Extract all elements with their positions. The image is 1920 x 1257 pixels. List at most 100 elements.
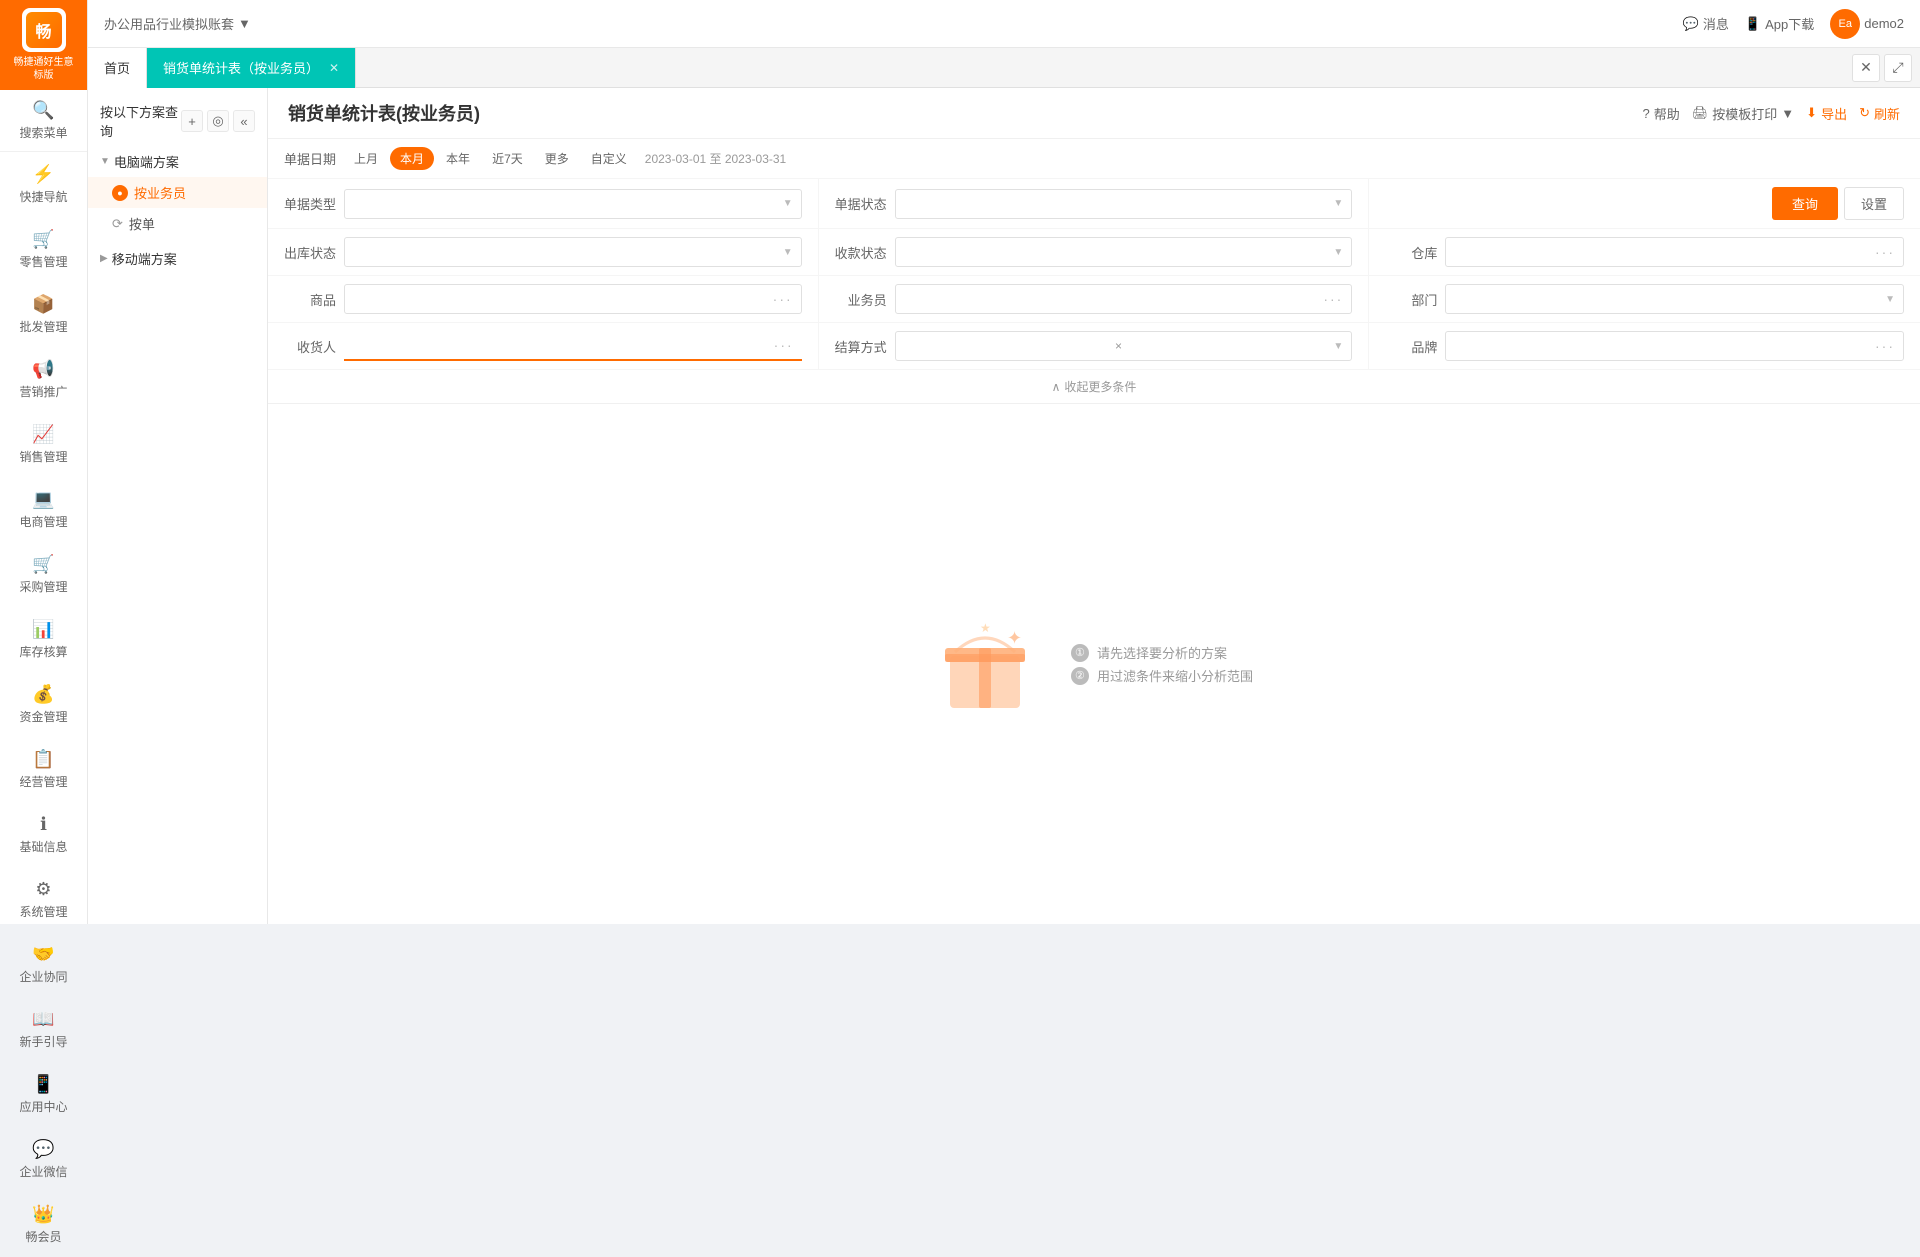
tip1-text: 请先选择要分析的方案 (1097, 643, 1227, 662)
scheme-order-label: 按单 (129, 214, 155, 233)
department-select[interactable]: ▼ (1445, 284, 1904, 314)
date-btn-this-month[interactable]: 本月 (390, 147, 434, 170)
sidebar-item-new-guide[interactable]: 📖 新手引导 (0, 997, 87, 1062)
logo-text: 畅捷通好生意 标版 (14, 56, 74, 82)
retail-icon: 🛒 (32, 229, 54, 250)
refresh-icon: ↻ (1859, 105, 1870, 121)
content-area: 按以下方案查询 + ◎ « ▼ 电脑端方案 ● 按业务员 ⟳ 按 (88, 88, 1920, 924)
empty-tip-1: ① 请先选择要分析的方案 (1071, 643, 1253, 662)
section-arrow-right: ▶ (100, 253, 108, 264)
sidebar-item-system[interactable]: ⚙ 系统管理 (0, 867, 87, 932)
pay-status-select[interactable]: ▼ (895, 237, 1353, 267)
refresh-scheme-btn[interactable]: ◎ (207, 110, 229, 132)
tab-sales-stat[interactable]: 销货单统计表（按业务员） ✕ (147, 48, 356, 88)
settlement-clear-btn[interactable]: × (1115, 339, 1122, 353)
sidebar-item-quick-nav[interactable]: ⚡ 快捷导航 (0, 152, 87, 217)
refresh-btn[interactable]: ↻ 刷新 (1859, 104, 1900, 123)
sidebar-item-app-center[interactable]: 📱 应用中心 (0, 1062, 87, 1127)
page-title: 销货单统计表(按业务员) (288, 100, 480, 126)
sidebar-item-vip[interactable]: 👑 畅会员 (0, 1192, 87, 1257)
date-btn-custom[interactable]: 自定义 (581, 147, 637, 170)
help-btn[interactable]: ? 帮助 (1643, 104, 1680, 123)
doc-status-select[interactable]: ▼ (895, 189, 1353, 219)
out-status-select[interactable]: ▼ (344, 237, 802, 267)
desktop-scheme-header[interactable]: ▼ 电脑端方案 (88, 146, 267, 177)
salesperson-input[interactable]: ··· (895, 284, 1353, 314)
breadcrumb-dropdown[interactable]: 办公用品行业模拟账套 ▼ (104, 14, 251, 33)
mobile-scheme-header[interactable]: ▶ 移动端方案 (88, 243, 267, 274)
tab-expand-btn[interactable]: ⤢ (1884, 54, 1912, 82)
add-scheme-btn[interactable]: + (181, 110, 203, 132)
sidebar-item-basic-info[interactable]: ℹ 基础信息 (0, 802, 87, 867)
breadcrumb-arrow: ▼ (238, 16, 251, 31)
sidebar-item-sales[interactable]: 📈 销售管理 (0, 412, 87, 477)
consignee-label: 收货人 (284, 337, 336, 356)
empty-tips: ① 请先选择要分析的方案 ② 用过滤条件来缩小分析范围 (1071, 643, 1253, 685)
sidebar-item-operations[interactable]: 📋 经营管理 (0, 737, 87, 802)
date-btn-last-month[interactable]: 上月 (344, 147, 388, 170)
empty-illustration: ✦ ★ (935, 614, 1035, 714)
empty-state: ✦ ★ ① 请先选择要分析的方案 ② (272, 408, 1916, 920)
collapse-more-btn[interactable]: ∧ 收起更多条件 (1052, 378, 1137, 395)
search-menu-icon: 🔍 (32, 100, 54, 121)
sidebar-item-retail[interactable]: 🛒 零售管理 (0, 217, 87, 282)
sidebar-item-inventory[interactable]: 📊 库存核算 (0, 607, 87, 672)
message-btn[interactable]: 💬 消息 (1683, 14, 1729, 33)
sidebar-item-purchase[interactable]: 🛒 采购管理 (0, 542, 87, 607)
brand-input[interactable]: ··· (1445, 331, 1904, 361)
tab-close-icon[interactable]: ✕ (329, 61, 339, 75)
filter-row-4: 收货人 ··· 结算方式 × (268, 323, 1920, 370)
sidebar-item-marketing[interactable]: 📢 营销推广 (0, 347, 87, 412)
tip1-num: ① (1071, 644, 1089, 662)
collapse-panel-btn[interactable]: « (233, 110, 255, 132)
sidebar-logo[interactable]: 畅 畅捷通好生意 标版 (0, 0, 87, 90)
date-btn-7days[interactable]: 近7天 (482, 147, 533, 170)
sidebar-item-wechat[interactable]: 💬 企业微信 (0, 1127, 87, 1192)
export-btn[interactable]: ⬇ 导出 (1806, 104, 1847, 123)
doc-type-select[interactable]: ▼ (344, 189, 802, 219)
sidebar-item-finance[interactable]: 💰 资金管理 (0, 672, 87, 737)
inventory-icon: 📊 (32, 619, 54, 640)
tab-close-window-btn[interactable]: ✕ (1852, 54, 1880, 82)
desktop-scheme-section: ▼ 电脑端方案 ● 按业务员 ⟳ 按单 (88, 146, 267, 239)
order-scheme-icon: ⟳ (112, 216, 123, 232)
department-caret: ▼ (1885, 294, 1895, 305)
filter-cell-salesperson: 业务员 ··· (819, 276, 1370, 322)
doc-status-caret: ▼ (1333, 198, 1343, 209)
wechat-icon: 💬 (32, 1139, 54, 1160)
sidebar-item-wholesale[interactable]: 📦 批发管理 (0, 282, 87, 347)
scheme-item-by-order[interactable]: ⟳ 按单 (88, 208, 267, 239)
sidebar-item-ecommerce[interactable]: 💻 电商管理 (0, 477, 87, 542)
user-avatar: Ea (1830, 9, 1860, 39)
top-header: 办公用品行业模拟账套 ▼ 💬 消息 📱 App下载 Ea demo2 (88, 0, 1920, 48)
settlement-select[interactable]: × ▼ (895, 331, 1353, 361)
consignee-input[interactable]: ··· (344, 331, 802, 361)
warehouse-input[interactable]: ··· (1445, 237, 1904, 267)
query-button[interactable]: 查询 (1772, 187, 1838, 220)
section-arrow-down: ▼ (100, 156, 110, 167)
filter-cell-settlement: 结算方式 × ▼ (819, 323, 1370, 369)
page-header-bar: 销货单统计表(按业务员) ? 帮助 🖨 按模板打印 ▼ ⬇ 导出 (268, 88, 1920, 139)
date-btn-this-year[interactable]: 本年 (436, 147, 480, 170)
product-label: 商品 (284, 290, 336, 309)
template-print-btn[interactable]: 🖨 按模板打印 ▼ (1692, 104, 1794, 123)
product-input[interactable]: ··· (344, 284, 802, 314)
scheme-item-salesperson[interactable]: ● 按业务员 (88, 177, 267, 208)
doc-status-label: 单据状态 (835, 194, 887, 213)
user-menu[interactable]: Ea demo2 (1830, 9, 1904, 39)
salesperson-label: 业务员 (835, 290, 887, 309)
date-btn-more[interactable]: 更多 (535, 147, 579, 170)
sidebar-item-search-menu[interactable]: 🔍 搜索菜单 (0, 90, 87, 152)
tab-home[interactable]: 首页 (88, 48, 147, 88)
main-area: 办公用品行业模拟账套 ▼ 💬 消息 📱 App下载 Ea demo2 首页 (88, 0, 1920, 924)
sidebar-item-enterprise[interactable]: 🤝 企业协同 (0, 932, 87, 997)
svg-text:✦: ✦ (1007, 628, 1022, 648)
filter-cell-product: 商品 ··· (268, 276, 819, 322)
collapse-up-icon: ∧ (1052, 380, 1061, 394)
left-panel-title: 按以下方案查询 (100, 102, 181, 140)
help-icon: ? (1643, 106, 1650, 121)
settings-button[interactable]: 设置 (1844, 187, 1904, 220)
desktop-scheme-label: 电脑端方案 (114, 152, 179, 171)
app-download-btn[interactable]: 📱 App下载 (1745, 14, 1814, 33)
settlement-caret: ▼ (1333, 341, 1343, 352)
